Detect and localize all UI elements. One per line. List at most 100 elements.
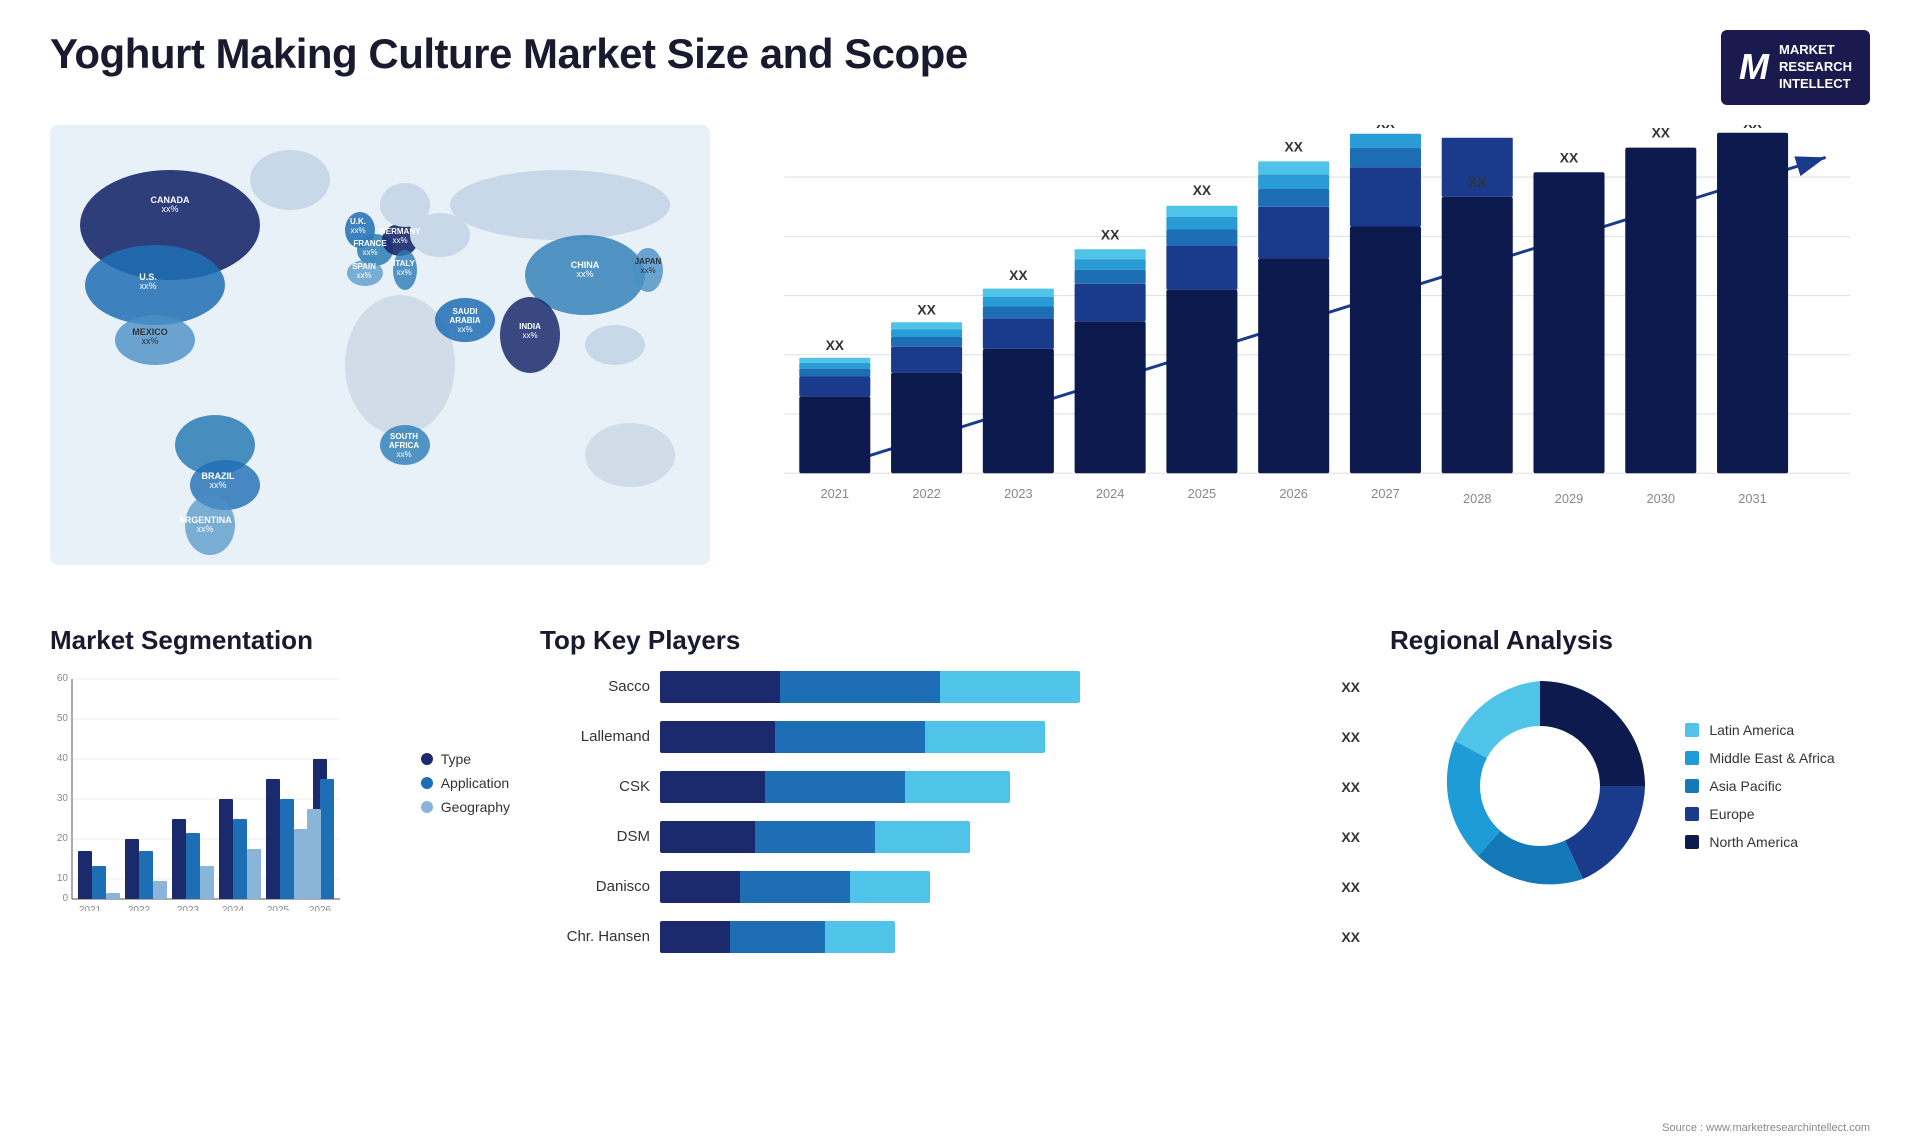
header: Yoghurt Making Culture Market Size and S… bbox=[50, 30, 1870, 105]
geography-color bbox=[421, 801, 433, 813]
logo: M MARKET RESEARCH INTELLECT bbox=[1721, 30, 1870, 105]
player-name-dsm: DSM bbox=[540, 828, 650, 845]
svg-text:xx%: xx% bbox=[392, 236, 407, 245]
svg-text:SAUDI: SAUDI bbox=[453, 307, 478, 316]
svg-text:2023: 2023 bbox=[177, 905, 200, 911]
svg-text:2026: 2026 bbox=[309, 905, 332, 911]
svg-text:ITALY: ITALY bbox=[393, 259, 415, 268]
legend-latin-america: Latin America bbox=[1685, 722, 1834, 738]
segmentation-section: Market Segmentation 60 50 40 30 20 10 0 bbox=[50, 625, 510, 971]
europe-label: Europe bbox=[1709, 806, 1754, 822]
svg-text:20: 20 bbox=[57, 833, 69, 844]
bar-chart-svg: XX 2021 XX 2022 XX bbox=[745, 125, 1870, 555]
legend-application: Application bbox=[421, 775, 510, 791]
regional-section: Regional Analysis bbox=[1390, 625, 1870, 971]
application-label: Application bbox=[441, 775, 510, 791]
europe-color bbox=[1685, 807, 1699, 821]
svg-text:2030: 2030 bbox=[1647, 491, 1676, 506]
player-danisco: Danisco XX bbox=[540, 871, 1360, 903]
svg-text:2025: 2025 bbox=[1188, 486, 1217, 501]
svg-text:xx%: xx% bbox=[356, 271, 371, 280]
svg-text:SPAIN: SPAIN bbox=[352, 262, 376, 271]
source-text: Source : www.marketresearchintellect.com bbox=[1662, 1122, 1870, 1134]
svg-text:2028: 2028 bbox=[1463, 491, 1492, 506]
svg-text:XX: XX bbox=[1652, 125, 1671, 141]
segmentation-legend: Type Application Geography bbox=[421, 751, 510, 916]
latin-america-color bbox=[1685, 723, 1699, 737]
player-val-lallemand: XX bbox=[1341, 729, 1360, 745]
svg-text:50: 50 bbox=[57, 713, 69, 724]
middle-east-color bbox=[1685, 751, 1699, 765]
svg-text:FRANCE: FRANCE bbox=[353, 239, 387, 248]
svg-text:2023: 2023 bbox=[1004, 486, 1033, 501]
player-name-hansen: Chr. Hansen bbox=[540, 928, 650, 945]
players-section: Top Key Players Sacco XX bbox=[540, 625, 1360, 971]
logo-text: MARKET RESEARCH INTELLECT bbox=[1779, 42, 1852, 93]
north-america-label: North America bbox=[1709, 834, 1798, 850]
player-bar-danisco bbox=[660, 871, 930, 903]
middle-east-label: Middle East & Africa bbox=[1709, 750, 1834, 766]
bar-chart-section: XX 2021 XX 2022 XX bbox=[730, 125, 1870, 605]
players-title: Top Key Players bbox=[540, 625, 1360, 656]
svg-text:60: 60 bbox=[57, 673, 69, 684]
player-dsm: DSM XX bbox=[540, 821, 1360, 853]
svg-text:AFRICA: AFRICA bbox=[389, 441, 419, 450]
asia-pacific-label: Asia Pacific bbox=[1709, 778, 1781, 794]
svg-text:xx%: xx% bbox=[576, 269, 593, 279]
player-name-danisco: Danisco bbox=[540, 878, 650, 895]
svg-text:XX: XX bbox=[1284, 138, 1303, 154]
svg-text:INDIA: INDIA bbox=[519, 322, 541, 331]
svg-text:XX: XX bbox=[826, 337, 845, 353]
player-bar-csk bbox=[660, 771, 1010, 803]
player-val-danisco: XX bbox=[1341, 879, 1360, 895]
page-title: Yoghurt Making Culture Market Size and S… bbox=[50, 30, 968, 78]
world-map-svg: CANADA xx% U.S. xx% MEXICO xx% BRAZIL xx… bbox=[50, 125, 710, 565]
svg-text:xx%: xx% bbox=[640, 266, 655, 275]
svg-text:2021: 2021 bbox=[79, 905, 102, 911]
svg-text:xx%: xx% bbox=[139, 281, 156, 291]
segmentation-title: Market Segmentation bbox=[50, 625, 510, 656]
player-val-csk: XX bbox=[1341, 779, 1360, 795]
player-val-sacco: XX bbox=[1341, 679, 1360, 695]
north-america-color bbox=[1685, 835, 1699, 849]
svg-text:XX: XX bbox=[917, 301, 936, 317]
world-map-section: CANADA xx% U.S. xx% MEXICO xx% BRAZIL xx… bbox=[50, 125, 710, 605]
asia-pacific-color bbox=[1685, 779, 1699, 793]
regional-legend: Latin America Middle East & Africa Asia … bbox=[1685, 722, 1834, 850]
legend-north-america: North America bbox=[1685, 834, 1834, 850]
svg-text:2022: 2022 bbox=[128, 905, 151, 911]
svg-text:40: 40 bbox=[57, 753, 69, 764]
svg-text:XX: XX bbox=[1376, 125, 1395, 131]
svg-text:30: 30 bbox=[57, 793, 69, 804]
svg-text:XX: XX bbox=[1009, 266, 1028, 282]
svg-text:xx%: xx% bbox=[350, 226, 365, 235]
svg-text:2031: 2031 bbox=[1738, 491, 1767, 506]
svg-text:XX: XX bbox=[1468, 174, 1487, 190]
svg-text:2024: 2024 bbox=[222, 905, 245, 911]
svg-text:xx%: xx% bbox=[396, 268, 411, 277]
logo-letter: M bbox=[1739, 46, 1769, 88]
legend-geography: Geography bbox=[421, 799, 510, 815]
svg-text:U.K.: U.K. bbox=[350, 217, 366, 226]
player-name-sacco: Sacco bbox=[540, 678, 650, 695]
svg-text:2022: 2022 bbox=[912, 486, 941, 501]
bottom-section: Market Segmentation 60 50 40 30 20 10 0 bbox=[50, 625, 1870, 971]
svg-text:2024: 2024 bbox=[1096, 486, 1125, 501]
page-container: Yoghurt Making Culture Market Size and S… bbox=[0, 0, 1920, 1146]
legend-asia-pacific: Asia Pacific bbox=[1685, 778, 1834, 794]
svg-text:XX: XX bbox=[1101, 226, 1120, 242]
players-list: Sacco XX Lallemand bbox=[540, 671, 1360, 953]
player-bar-lallemand bbox=[660, 721, 1045, 753]
svg-text:XX: XX bbox=[1743, 125, 1762, 131]
svg-text:xx%: xx% bbox=[396, 450, 411, 459]
svg-text:xx%: xx% bbox=[362, 248, 377, 257]
geography-label: Geography bbox=[441, 799, 510, 815]
svg-text:2025: 2025 bbox=[267, 905, 290, 911]
svg-text:2029: 2029 bbox=[1555, 491, 1584, 506]
svg-text:GERMANY: GERMANY bbox=[380, 227, 422, 236]
svg-text:SOUTH: SOUTH bbox=[390, 432, 418, 441]
player-bar-sacco bbox=[660, 671, 1080, 703]
svg-text:xx%: xx% bbox=[209, 480, 226, 490]
svg-text:xx%: xx% bbox=[196, 524, 213, 534]
legend-europe: Europe bbox=[1685, 806, 1834, 822]
